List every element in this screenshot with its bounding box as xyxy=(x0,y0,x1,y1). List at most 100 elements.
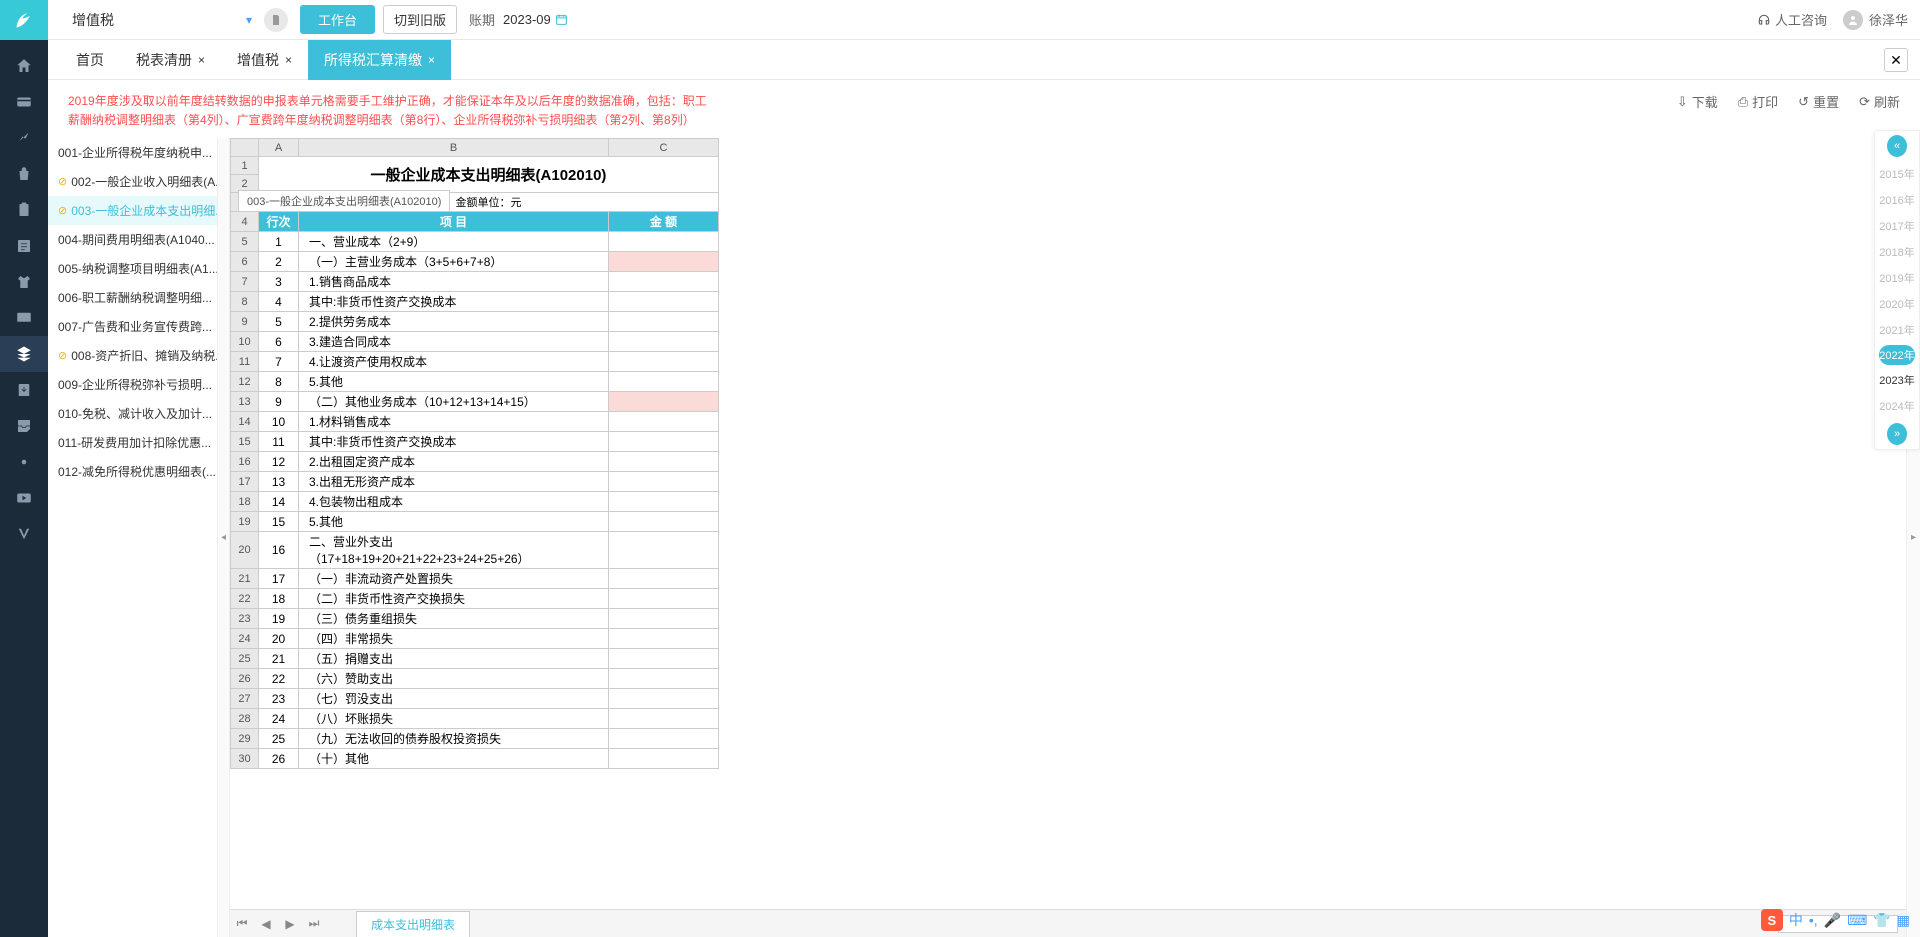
year-option[interactable]: 2024年 xyxy=(1875,393,1919,419)
cell-item[interactable]: （六）赞助支出 xyxy=(299,669,609,689)
year-down-icon[interactable]: » xyxy=(1887,423,1907,445)
cell-amount[interactable] xyxy=(609,412,719,432)
cell-item[interactable]: 2.出租固定资产成本 xyxy=(299,452,609,472)
row-header[interactable]: 28 xyxy=(231,709,259,729)
cell-amount[interactable] xyxy=(609,689,719,709)
cell-item[interactable]: 3.建造合同成本 xyxy=(299,332,609,352)
col-header-A[interactable]: A xyxy=(259,139,299,157)
nav-export[interactable] xyxy=(0,372,48,408)
cell-index[interactable]: 19 xyxy=(259,609,299,629)
year-option[interactable]: 2020年 xyxy=(1875,291,1919,317)
close-all-tabs[interactable]: ✕ xyxy=(1884,48,1908,72)
cell-index[interactable]: 7 xyxy=(259,352,299,372)
row-header[interactable]: 19 xyxy=(231,512,259,532)
nav-home[interactable] xyxy=(0,48,48,84)
cell-amount[interactable] xyxy=(609,312,719,332)
tree-item[interactable]: ⊘002-一般企业收入明细表(A... xyxy=(48,167,217,196)
row-header[interactable]: 10 xyxy=(231,332,259,352)
cell-item[interactable]: （八）坏账损失 xyxy=(299,709,609,729)
cell-item[interactable]: （九）无法收回的债券股权投资损失 xyxy=(299,729,609,749)
tree-item[interactable]: ⊘008-资产折旧、摊销及纳税... xyxy=(48,341,217,370)
cell-amount[interactable] xyxy=(609,532,719,569)
ime-lang[interactable]: 中 xyxy=(1789,910,1803,930)
cell-amount[interactable] xyxy=(609,272,719,292)
cell-amount[interactable] xyxy=(609,492,719,512)
cell-index[interactable]: 14 xyxy=(259,492,299,512)
cell-item[interactable]: （二）非货币性资产交换损失 xyxy=(299,589,609,609)
cell-item[interactable]: 2.提供劳务成本 xyxy=(299,312,609,332)
cell-index[interactable]: 5 xyxy=(259,312,299,332)
tree-item[interactable]: 004-期间费用明细表(A1040... xyxy=(48,225,217,254)
ime-mic-icon[interactable]: 🎤 xyxy=(1824,912,1841,929)
year-option[interactable]: 2018年 xyxy=(1875,239,1919,265)
cell-item[interactable]: 3.出租无形资产成本 xyxy=(299,472,609,492)
row-header[interactable]: 11 xyxy=(231,352,259,372)
nav-video[interactable] xyxy=(0,480,48,516)
workbench-button[interactable]: 工作台 xyxy=(300,5,375,34)
cell-amount[interactable] xyxy=(609,452,719,472)
row-header[interactable]: 17 xyxy=(231,472,259,492)
cell-item[interactable]: 一、营业成本（2+9） xyxy=(299,232,609,252)
cell-amount[interactable] xyxy=(609,352,719,372)
cell-index[interactable]: 18 xyxy=(259,589,299,609)
year-option[interactable]: 2015年 xyxy=(1875,161,1919,187)
cell-amount[interactable] xyxy=(609,609,719,629)
cell-index[interactable]: 23 xyxy=(259,689,299,709)
row-header[interactable]: 21 xyxy=(231,569,259,589)
tax-type-dropdown[interactable]: 增值税 ▾ xyxy=(72,10,252,30)
row-header[interactable]: 24 xyxy=(231,629,259,649)
cell-amount[interactable] xyxy=(609,729,719,749)
row-header[interactable]: 8 xyxy=(231,292,259,312)
cell-index[interactable]: 8 xyxy=(259,372,299,392)
cell-amount[interactable] xyxy=(609,332,719,352)
nav-v[interactable] xyxy=(0,516,48,552)
row-header[interactable]: 30 xyxy=(231,749,259,769)
cell-index[interactable]: 25 xyxy=(259,729,299,749)
row-header[interactable]: 27 xyxy=(231,689,259,709)
row-header[interactable]: 13 xyxy=(231,392,259,412)
cell-index[interactable]: 3 xyxy=(259,272,299,292)
cell-index[interactable]: 17 xyxy=(259,569,299,589)
nav-shirt[interactable] xyxy=(0,264,48,300)
nav-settings[interactable] xyxy=(0,444,48,480)
tree-item[interactable]: 006-职工薪酬纳税调整明细... xyxy=(48,283,217,312)
doc-icon-button[interactable] xyxy=(264,8,288,32)
row-header[interactable]: 20 xyxy=(231,532,259,569)
nav-stack[interactable] xyxy=(0,336,48,372)
cell-item[interactable]: 其中:非货币性资产交换成本 xyxy=(299,432,609,452)
row-header[interactable]: 22 xyxy=(231,589,259,609)
nav-bag[interactable] xyxy=(0,156,48,192)
cell-amount[interactable] xyxy=(609,512,719,532)
cell-amount[interactable] xyxy=(609,372,719,392)
cell-item[interactable]: 1.材料销售成本 xyxy=(299,412,609,432)
spreadsheet-viewport[interactable]: 003-一般企业成本支出明细表(A102010) A B C 1一般企业成本支出… xyxy=(230,138,1906,909)
cell-index[interactable]: 10 xyxy=(259,412,299,432)
close-icon[interactable]: × xyxy=(285,53,292,67)
reset-action[interactable]: ↺重置 xyxy=(1798,92,1839,111)
sheet-nav-next[interactable]: ▶ xyxy=(278,917,302,931)
cell-index[interactable]: 12 xyxy=(259,452,299,472)
cell-item[interactable]: 5.其他 xyxy=(299,512,609,532)
row-header[interactable]: 18 xyxy=(231,492,259,512)
tree-item[interactable]: 011-研发费用加计扣除优惠... xyxy=(48,428,217,457)
cell-index[interactable]: 26 xyxy=(259,749,299,769)
cell-item[interactable]: 5.其他 xyxy=(299,372,609,392)
period-picker[interactable]: 2023-09 xyxy=(503,12,568,27)
year-option[interactable]: 2022年 xyxy=(1879,345,1915,365)
cell-item[interactable]: 4.包装物出租成本 xyxy=(299,492,609,512)
ime-punct-icon[interactable]: •, xyxy=(1809,912,1818,928)
cell-index[interactable]: 24 xyxy=(259,709,299,729)
close-icon[interactable]: × xyxy=(428,53,435,67)
col-header-C[interactable]: C xyxy=(609,139,719,157)
tree-item[interactable]: ⊘003-一般企业成本支出明细... xyxy=(48,196,217,225)
switch-old-button[interactable]: 切到旧版 xyxy=(383,5,457,34)
corner-cell[interactable] xyxy=(231,139,259,157)
ime-grid-icon[interactable]: ▦ xyxy=(1897,912,1910,929)
sheet-nav-prev[interactable]: ◀ xyxy=(254,917,278,931)
cell-amount[interactable] xyxy=(609,432,719,452)
cell-amount[interactable] xyxy=(609,589,719,609)
year-option[interactable]: 2023年 xyxy=(1875,367,1919,393)
user-section[interactable]: 徐泽华 xyxy=(1843,10,1908,30)
year-option[interactable]: 2021年 xyxy=(1875,317,1919,343)
row-header[interactable]: 16 xyxy=(231,452,259,472)
